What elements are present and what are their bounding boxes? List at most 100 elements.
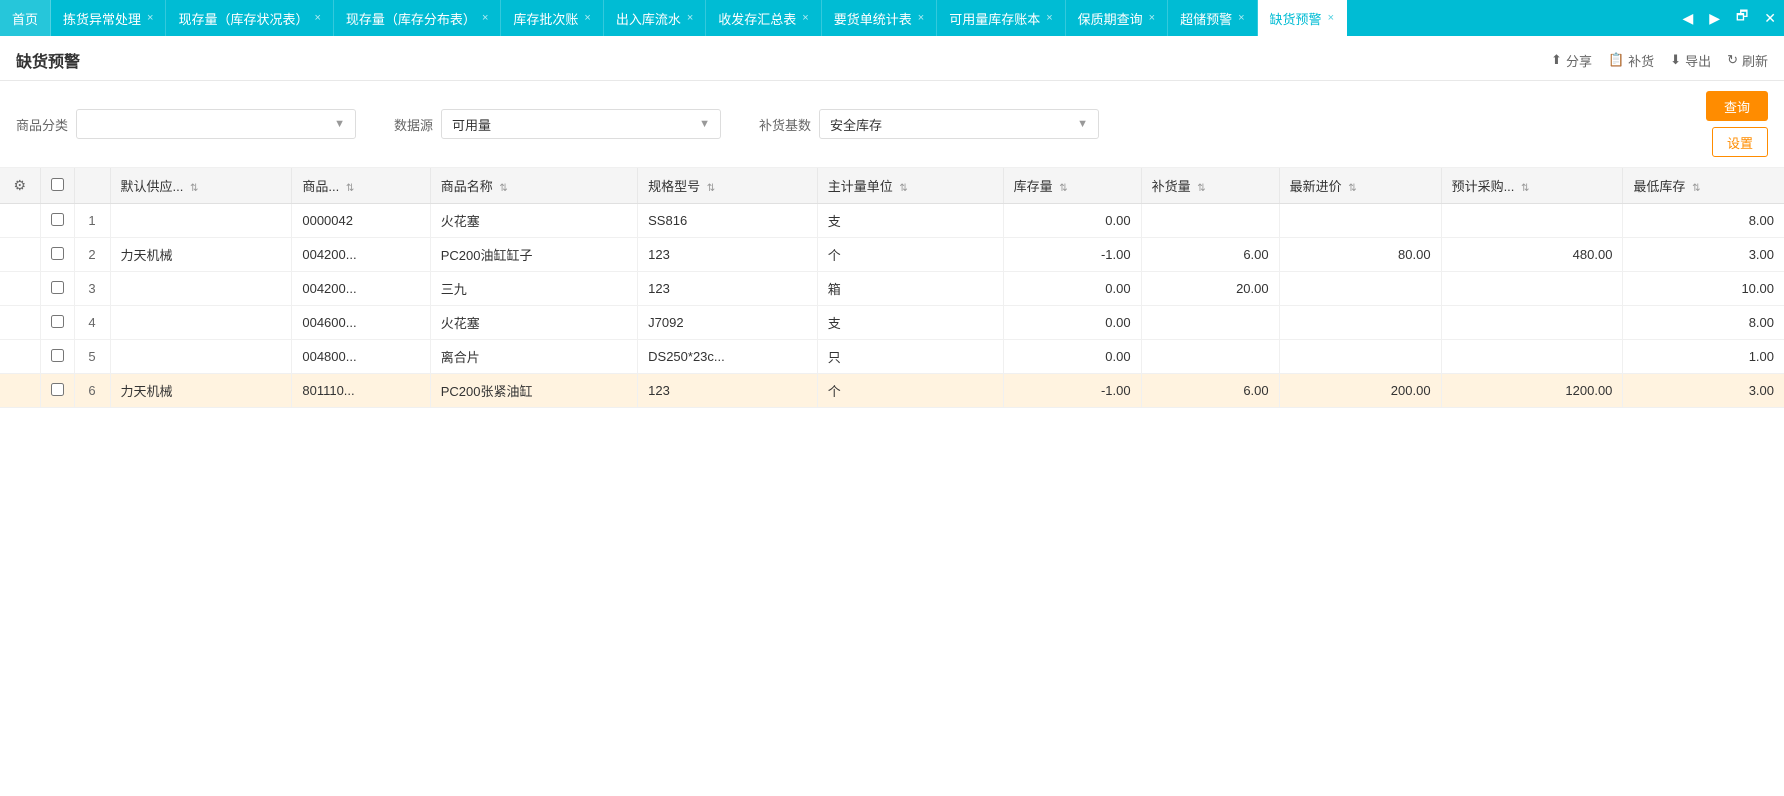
nav-tab-overstock[interactable]: 超储预警× — [1168, 0, 1257, 36]
row-unit-cell: 箱 — [817, 272, 1003, 306]
row-checkbox-cell[interactable] — [40, 340, 74, 374]
table-row: 6 力天机械 801110... PC200张紧油缸 123 个 -1.00 6… — [0, 374, 1784, 408]
nav-next-arrow[interactable]: ▶ — [1701, 10, 1728, 27]
col-spec-header[interactable]: 规格型号 ⇅ — [638, 168, 818, 204]
close-tab-overstock[interactable]: × — [1238, 12, 1244, 24]
replenish-label: 补货基数 — [759, 115, 811, 134]
settings-gear-icon[interactable]: ⚙ — [13, 177, 26, 193]
close-tab-demand-stat[interactable]: × — [918, 12, 924, 24]
nav-tab-home[interactable]: 首页 — [0, 0, 51, 36]
close-tab-exception[interactable]: × — [147, 12, 153, 24]
col-price-sort-icon: ⇅ — [1348, 183, 1356, 194]
nav-tab-inventory-status[interactable]: 现存量（库存状况表）× — [166, 0, 333, 36]
col-min-stock-header[interactable]: 最低库存 ⇅ — [1623, 168, 1784, 204]
row-product-name-cell: PC200张紧油缸 — [430, 374, 637, 408]
close-tab-batch-account[interactable]: × — [584, 12, 590, 24]
close-tab-shortage[interactable]: × — [1328, 12, 1334, 24]
nav-prev-arrow[interactable]: ◀ — [1674, 10, 1701, 27]
col-spec-sort-icon: ⇅ — [707, 183, 715, 194]
nav-tab-receive-send[interactable]: 收发存汇总表× — [706, 0, 821, 36]
row-num-cell: 1 — [74, 204, 110, 238]
row-checkbox-cell[interactable] — [40, 306, 74, 340]
close-tab-inventory-dist[interactable]: × — [482, 12, 488, 24]
row-num-cell: 3 — [74, 272, 110, 306]
col-checkbox-header[interactable] — [40, 168, 74, 204]
close-tab-available-ledger[interactable]: × — [1046, 12, 1052, 24]
nav-close-icon[interactable]: ✕ — [1756, 10, 1784, 27]
col-restock-header[interactable]: 补货量 ⇅ — [1141, 168, 1279, 204]
row-min-stock-cell: 8.00 — [1623, 306, 1784, 340]
nav-tab-shortage[interactable]: 缺货预警× — [1258, 0, 1347, 36]
replenish-select[interactable]: 安全库存 ▼ — [819, 109, 1099, 139]
row-product-code-cell: 004200... — [292, 272, 430, 306]
nav-restore-icon[interactable]: 🗗 — [1728, 7, 1756, 29]
datasource-select[interactable]: 可用量 ▼ — [441, 109, 721, 139]
settings-button[interactable]: 设置 — [1712, 127, 1768, 157]
row-checkbox-3[interactable] — [51, 315, 64, 328]
row-spec-cell: SS816 — [638, 204, 818, 238]
row-supplier-cell — [110, 340, 292, 374]
row-checkbox-0[interactable] — [51, 213, 64, 226]
row-checkbox-cell[interactable] — [40, 272, 74, 306]
row-restock-cell — [1141, 306, 1279, 340]
table-header-row: ⚙ 默认供应... ⇅ 商品... ⇅ 商品名称 — [0, 168, 1784, 204]
category-label: 商品分类 — [16, 115, 68, 134]
row-stock-cell: 0.00 — [1003, 306, 1141, 340]
row-product-name-cell: 离合片 — [430, 340, 637, 374]
table-row: 3 004200... 三九 123 箱 0.00 20.00 10.00 — [0, 272, 1784, 306]
nav-tab-expiry[interactable]: 保质期查询× — [1066, 0, 1168, 36]
row-num-cell: 4 — [74, 306, 110, 340]
col-settings-header[interactable]: ⚙ — [0, 168, 40, 204]
row-checkbox-cell[interactable] — [40, 204, 74, 238]
action-buttons: 查询 设置 — [1706, 91, 1768, 157]
close-tab-expiry[interactable]: × — [1149, 12, 1155, 24]
col-unit-header[interactable]: 主计量单位 ⇅ — [817, 168, 1003, 204]
row-spec-cell: DS250*23c... — [638, 340, 818, 374]
close-tab-receive-send[interactable]: × — [802, 12, 808, 24]
row-restock-cell: 6.00 — [1141, 374, 1279, 408]
refresh-button[interactable]: ↻ 刷新 — [1727, 51, 1768, 70]
table-row: 1 0000042 火花塞 SS816 支 0.00 8.00 — [0, 204, 1784, 238]
col-product-code-header[interactable]: 商品... ⇅ — [292, 168, 430, 204]
col-stock-header[interactable]: 库存量 ⇅ — [1003, 168, 1141, 204]
table-row: 2 力天机械 004200... PC200油缸缸子 123 个 -1.00 6… — [0, 238, 1784, 272]
row-price-cell — [1279, 204, 1441, 238]
row-checkbox-2[interactable] — [51, 281, 64, 294]
nav-tab-demand-stat[interactable]: 要货单统计表× — [822, 0, 937, 36]
row-est-purchase-cell — [1441, 272, 1623, 306]
col-unit-label: 主计量单位 — [828, 179, 893, 194]
nav-tab-batch-account[interactable]: 库存批次账× — [501, 0, 603, 36]
col-est-purchase-header[interactable]: 预计采购... ⇅ — [1441, 168, 1623, 204]
replenish-value: 安全库存 — [830, 115, 882, 134]
header-actions: ⬆ 分享 📋 补货 ⬇ 导出 ↻ 刷新 — [1551, 51, 1768, 70]
col-product-code-label: 商品... — [302, 179, 339, 194]
nav-tab-available-ledger[interactable]: 可用量库存账本× — [937, 0, 1065, 36]
col-price-header[interactable]: 最新进价 ⇅ — [1279, 168, 1441, 204]
restock-label: 补货 — [1628, 51, 1654, 70]
row-checkbox-5[interactable] — [51, 383, 64, 396]
col-product-name-header[interactable]: 商品名称 ⇅ — [430, 168, 637, 204]
row-product-code-cell: 801110... — [292, 374, 430, 408]
row-product-name-cell: 火花塞 — [430, 306, 637, 340]
row-checkbox-1[interactable] — [51, 247, 64, 260]
restock-button[interactable]: 📋 补货 — [1608, 51, 1654, 70]
row-min-stock-cell: 3.00 — [1623, 374, 1784, 408]
close-tab-flow[interactable]: × — [687, 12, 693, 24]
nav-tab-flow[interactable]: 出入库流水× — [604, 0, 706, 36]
row-checkbox-cell[interactable] — [40, 374, 74, 408]
close-tab-inventory-status[interactable]: × — [314, 12, 320, 24]
query-button[interactable]: 查询 — [1706, 91, 1768, 121]
col-supplier-header[interactable]: 默认供应... ⇅ — [110, 168, 292, 204]
nav-tab-inventory-dist[interactable]: 现存量（库存分布表）× — [334, 0, 501, 36]
row-product-code-cell: 0000042 — [292, 204, 430, 238]
row-checkbox-cell[interactable] — [40, 238, 74, 272]
row-min-stock-cell: 3.00 — [1623, 238, 1784, 272]
data-table: ⚙ 默认供应... ⇅ 商品... ⇅ 商品名称 — [0, 168, 1784, 408]
col-stock-sort-icon: ⇅ — [1059, 183, 1067, 194]
nav-tab-exception[interactable]: 拣货异常处理× — [51, 0, 166, 36]
export-button[interactable]: ⬇ 导出 — [1670, 51, 1711, 70]
category-select[interactable]: ▼ — [76, 109, 356, 139]
row-checkbox-4[interactable] — [51, 349, 64, 362]
share-button[interactable]: ⬆ 分享 — [1551, 51, 1592, 70]
select-all-checkbox[interactable] — [51, 178, 64, 191]
